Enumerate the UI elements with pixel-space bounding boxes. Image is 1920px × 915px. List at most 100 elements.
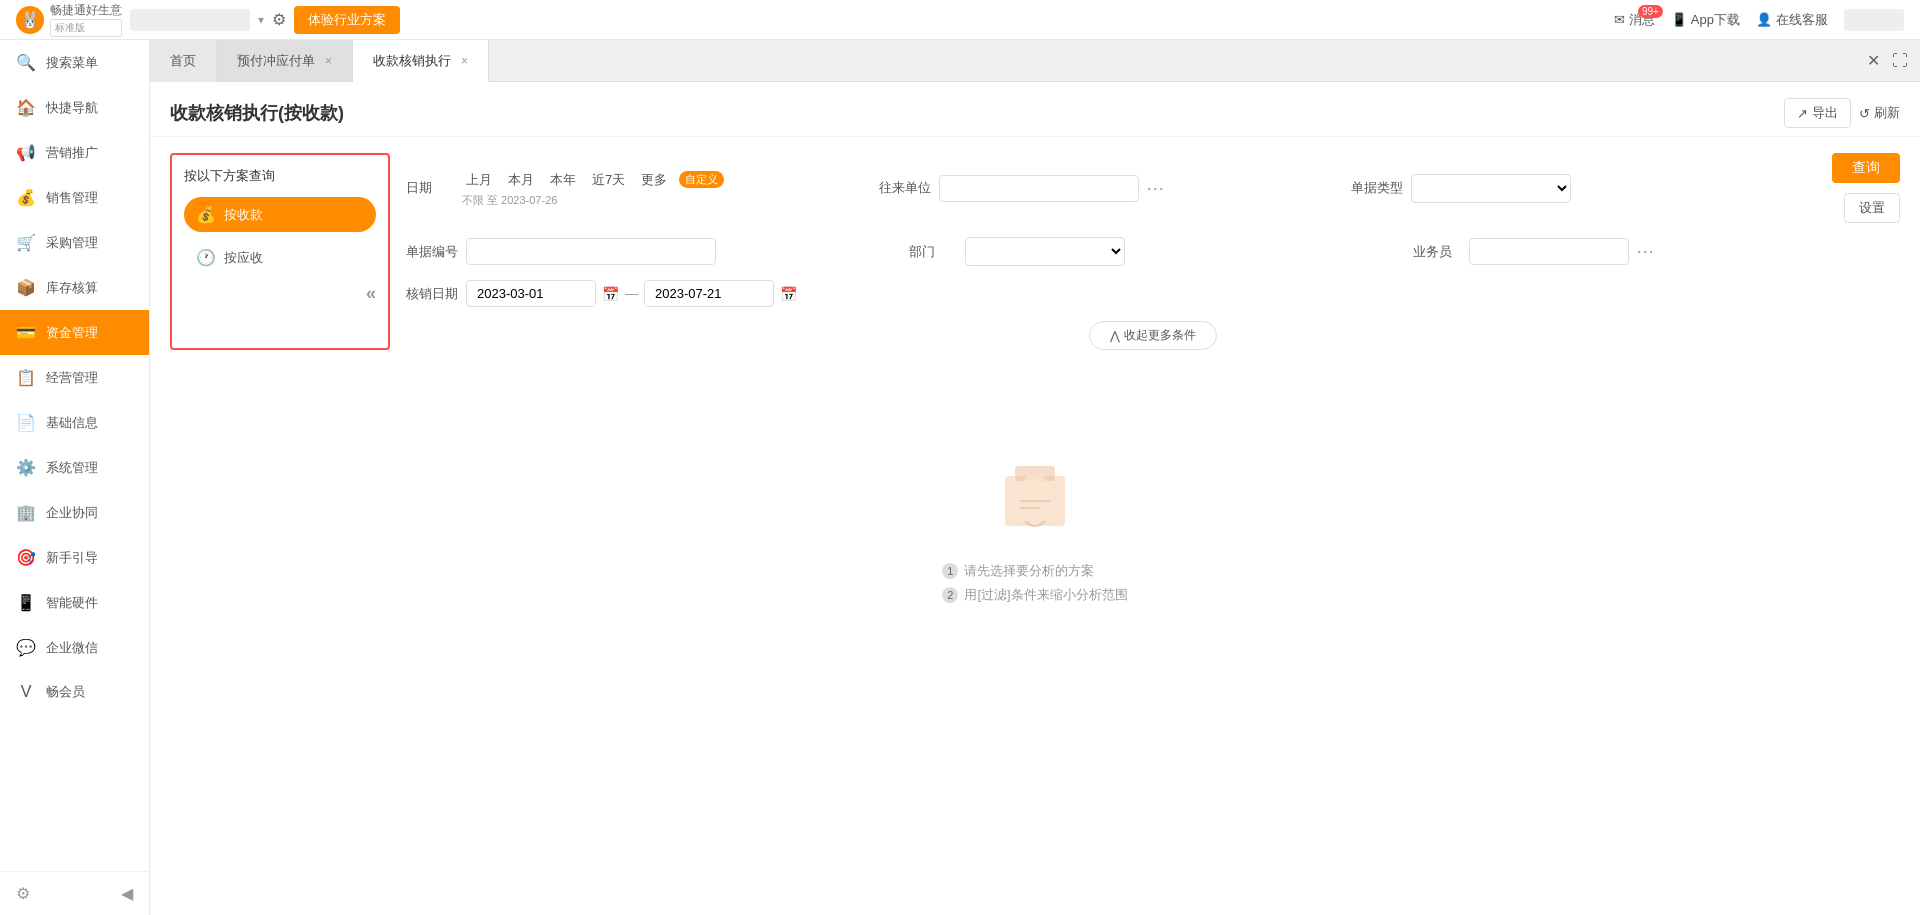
- filter-option-by-receipt[interactable]: 💰 按收款: [184, 197, 376, 232]
- page-actions: ↗ 导出 ↺ 刷新: [1784, 98, 1900, 128]
- filter-canceldate-field: 核销日期 📅 — 📅: [406, 280, 1900, 307]
- counterparty-label: 往来单位: [879, 179, 931, 197]
- staff-label: 业务员: [1413, 243, 1461, 261]
- sidebar-item-hardware[interactable]: 📱 智能硬件: [0, 580, 149, 625]
- wechat-icon: 💬: [16, 638, 36, 657]
- sidebar-item-purchase[interactable]: 🛒 采购管理: [0, 220, 149, 265]
- sidebar-item-guide[interactable]: 🎯 新手引导: [0, 535, 149, 580]
- sidebar-item-member[interactable]: V 畅会员: [0, 670, 149, 714]
- basic-icon: 📄: [16, 413, 36, 432]
- purchase-icon: 🛒: [16, 233, 36, 252]
- filter-row-1: 日期 上月 本月 本年 近7天 更多 自定义 不限 至: [406, 153, 1900, 223]
- sidebar-collapse-icon[interactable]: ◀: [121, 884, 133, 903]
- dept-select[interactable]: [965, 237, 1125, 266]
- message-button[interactable]: ✉ 消息 99+: [1614, 11, 1655, 29]
- app-download-button[interactable]: 📱 App下载: [1671, 11, 1740, 29]
- content-area: 首页 预付冲应付单 × 收款核销执行 × ✕ ⛶ 收款核销执行(按收款): [150, 40, 1920, 915]
- date-label: 日期: [406, 179, 454, 197]
- filter-area: 按以下方案查询 💰 按收款 🕐 按应收 «: [150, 137, 1920, 366]
- sidebar-item-sales[interactable]: 💰 销售管理: [0, 175, 149, 220]
- date-shortcut-thismonth[interactable]: 本月: [504, 169, 538, 191]
- sidebar-item-inventory[interactable]: 📦 库存核算: [0, 265, 149, 310]
- guide-icon: 🎯: [16, 548, 36, 567]
- tab-fullscreen-button[interactable]: ⛶: [1888, 48, 1912, 74]
- svg-point-2: [1023, 474, 1047, 498]
- refresh-button[interactable]: ↺ 刷新: [1859, 98, 1900, 128]
- canceldate-end-input[interactable]: [644, 280, 774, 307]
- tab-close-all-button[interactable]: ✕: [1863, 47, 1884, 74]
- counterparty-input[interactable]: [939, 175, 1139, 202]
- filter-counterparty-field: 往来单位 ···: [879, 175, 1336, 202]
- sidebar-item-marketing[interactable]: 📢 营销推广: [0, 130, 149, 175]
- empty-illustration: [985, 446, 1085, 546]
- page-title: 收款核销执行(按收款): [170, 101, 344, 125]
- date-custom-badge[interactable]: 自定义: [679, 171, 724, 188]
- sidebar-item-system[interactable]: ⚙️ 系统管理: [0, 445, 149, 490]
- app-badge: 标准版: [50, 19, 122, 37]
- filter-doctype-field: 单据类型: [1351, 174, 1808, 203]
- tab-prepay[interactable]: 预付冲应付单 ×: [217, 40, 353, 82]
- system-icon: ⚙️: [16, 458, 36, 477]
- date-shortcut-lastmonth[interactable]: 上月: [462, 169, 496, 191]
- message-badge: 99+: [1638, 5, 1663, 18]
- industry-solution-button[interactable]: 体验行业方案: [294, 6, 400, 34]
- tab-receipt-cancel[interactable]: 收款核销执行 ×: [353, 40, 489, 82]
- canceldate-start-input[interactable]: [466, 280, 596, 307]
- tab-home[interactable]: 首页: [150, 40, 217, 82]
- settings-gear-button[interactable]: ⚙: [272, 10, 286, 29]
- counterparty-dots[interactable]: ···: [1147, 178, 1165, 199]
- hardware-icon: 📱: [16, 593, 36, 612]
- collapse-more-button[interactable]: ⋀ 收起更多条件: [1089, 321, 1217, 350]
- filter-dept-field: 部门: [909, 237, 1396, 266]
- sidebar-item-wechat[interactable]: 💬 企业微信: [0, 625, 149, 670]
- staff-input[interactable]: [1469, 238, 1629, 265]
- dept-label: 部门: [909, 243, 957, 261]
- tip-num-1: 1: [942, 563, 958, 579]
- filter-right-panel: 日期 上月 本月 本年 近7天 更多 自定义 不限 至: [406, 153, 1900, 350]
- sidebar-item-finance[interactable]: 💳 资金管理: [0, 310, 149, 355]
- collapse-more-icon: ⋀: [1110, 329, 1120, 343]
- inventory-icon: 📦: [16, 278, 36, 297]
- canceldate-start-calendar-icon[interactable]: 📅: [602, 286, 619, 302]
- logo-icon: 🐰: [16, 6, 44, 34]
- sidebar-item-enterprise[interactable]: 🏢 企业协同: [0, 490, 149, 535]
- empty-state: 1 请先选择要分析的方案 2 用[过滤]条件来缩小分析范围: [150, 366, 1920, 690]
- marketing-icon: 📢: [16, 143, 36, 162]
- app-logo: 🐰 畅捷通好生意 标准版: [16, 2, 122, 37]
- setting-button[interactable]: 设置: [1844, 193, 1900, 223]
- tab-bar: 首页 预付冲应付单 × 收款核销执行 × ✕ ⛶: [150, 40, 1920, 82]
- topbar-center: ▾ ⚙ 体验行业方案: [130, 6, 400, 34]
- canceldate-end-calendar-icon[interactable]: 📅: [780, 286, 797, 302]
- filter-left-panel: 按以下方案查询 💰 按收款 🕐 按应收 «: [170, 153, 390, 350]
- filter-collapse-button[interactable]: «: [184, 283, 376, 304]
- enterprise-icon: 🏢: [16, 503, 36, 522]
- sidebar-item-basic[interactable]: 📄 基础信息: [0, 400, 149, 445]
- query-button[interactable]: 查询: [1832, 153, 1900, 183]
- sidebar-item-operation[interactable]: 📋 经营管理: [0, 355, 149, 400]
- company-dropdown-arrow[interactable]: ▾: [258, 13, 264, 27]
- tab-prepay-close[interactable]: ×: [325, 54, 332, 68]
- sidebar-settings-icon[interactable]: ⚙: [16, 884, 30, 903]
- export-button[interactable]: ↗ 导出: [1784, 98, 1851, 128]
- tab-receipt-cancel-close[interactable]: ×: [461, 54, 468, 68]
- filter-row-3: 核销日期 📅 — 📅: [406, 280, 1900, 307]
- date-shortcut-more[interactable]: 更多: [637, 169, 671, 191]
- date-shortcut-7days[interactable]: 近7天: [588, 169, 629, 191]
- staff-dots[interactable]: ···: [1637, 241, 1655, 262]
- date-hint: 不限 至 2023-07-26: [462, 193, 724, 208]
- filter-docno-field: 单据编号: [406, 238, 893, 265]
- user-avatar-blurred[interactable]: [1844, 9, 1904, 31]
- date-shortcut-thisyear[interactable]: 本年: [546, 169, 580, 191]
- filter-option-by-receivable[interactable]: 🕐 按应收: [184, 240, 376, 275]
- sales-icon: 💰: [16, 188, 36, 207]
- docno-input[interactable]: [466, 238, 716, 265]
- operation-icon: 📋: [16, 368, 36, 387]
- doctype-select[interactable]: [1411, 174, 1571, 203]
- phone-icon: 📱: [1671, 12, 1687, 27]
- online-service-button[interactable]: 👤 在线客服: [1756, 11, 1828, 29]
- home-icon: 🏠: [16, 98, 36, 117]
- sidebar-bottom: ⚙ ◀: [0, 871, 149, 915]
- sidebar-item-search[interactable]: 🔍 搜索菜单: [0, 40, 149, 85]
- page-header: 收款核销执行(按收款) ↗ 导出 ↺ 刷新: [150, 82, 1920, 137]
- sidebar-item-quicknav[interactable]: 🏠 快捷导航: [0, 85, 149, 130]
